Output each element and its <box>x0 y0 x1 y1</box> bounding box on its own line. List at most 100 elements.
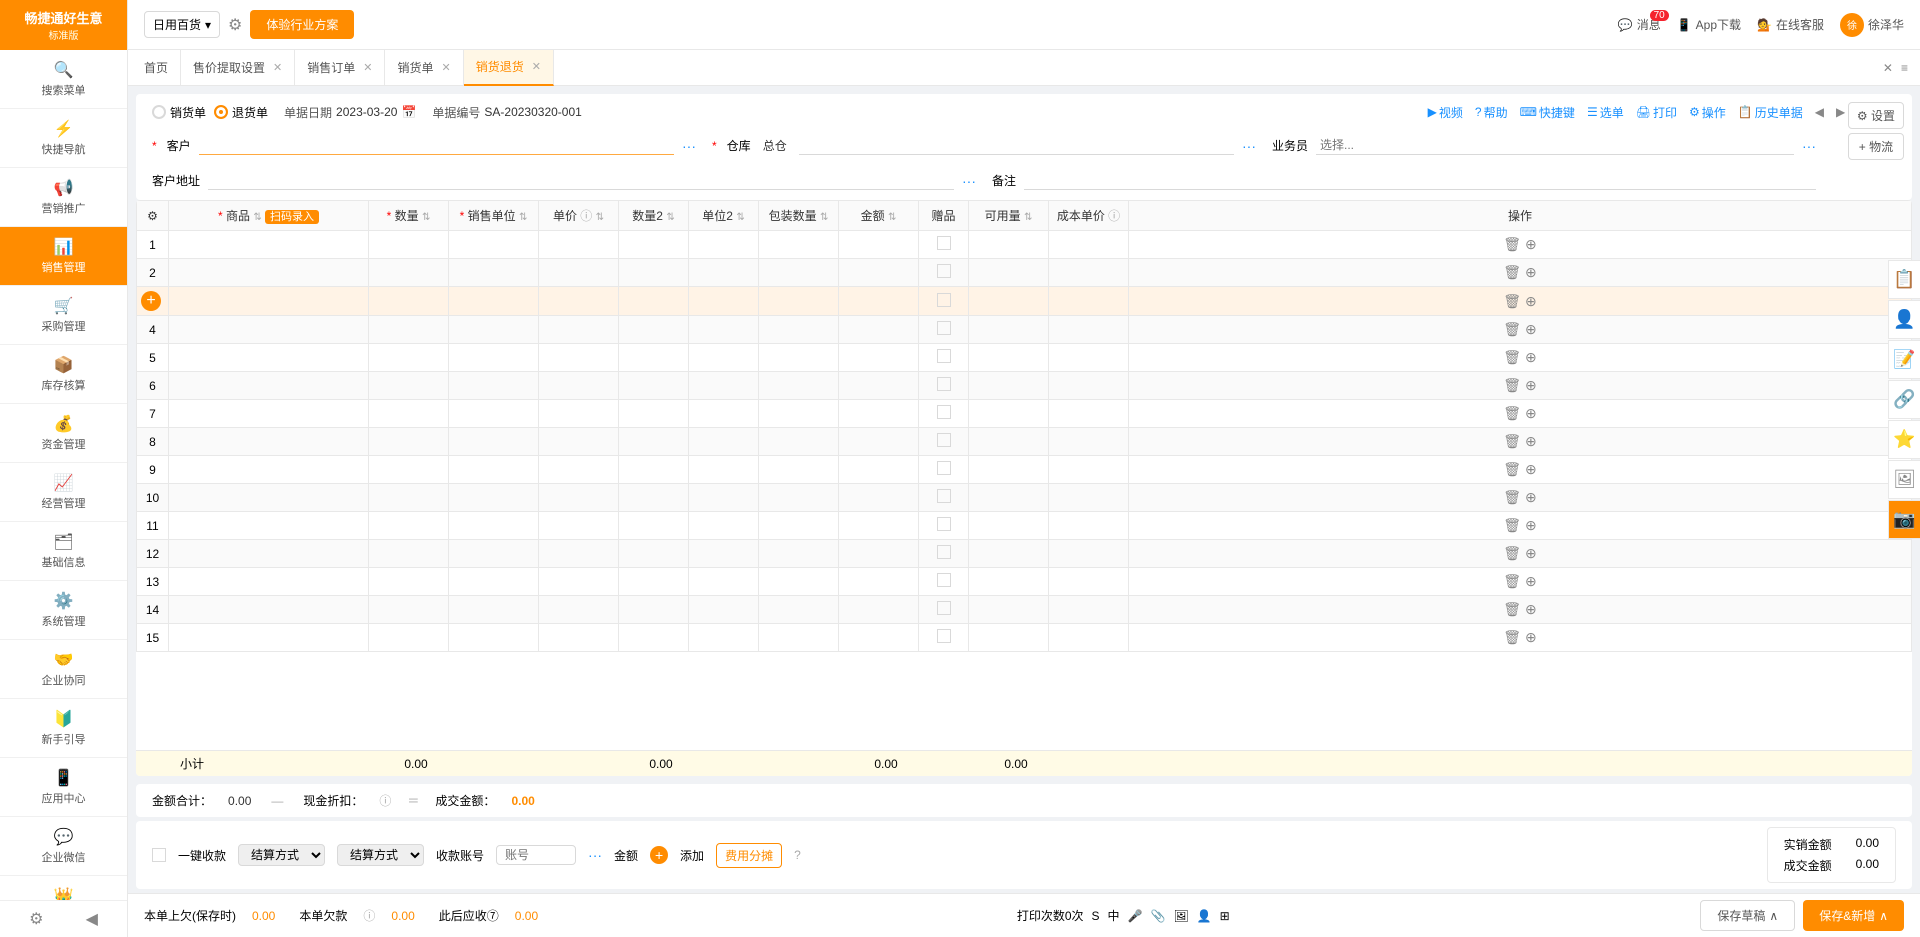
row-unit2-1[interactable] <box>689 231 759 259</box>
row-price-5[interactable] <box>539 344 619 372</box>
sidebar-item-purchase[interactable]: 🛒 采购管理 <box>0 286 127 345</box>
row-product-1[interactable] <box>169 231 369 259</box>
sort-unit-icon[interactable]: ⇅ <box>519 212 527 223</box>
row-cost-3[interactable] <box>1049 287 1129 316</box>
row-product-14[interactable] <box>169 596 369 624</box>
row-product-3[interactable] <box>169 287 369 316</box>
gift-checkbox-14[interactable] <box>937 601 951 615</box>
row-avail-14[interactable] <box>969 596 1049 624</box>
row-unit2-10[interactable] <box>689 484 759 512</box>
float-customer-btn[interactable]: 👤 <box>1888 300 1920 339</box>
row-cost-2[interactable] <box>1049 259 1129 287</box>
row-cost-15[interactable] <box>1049 624 1129 652</box>
row-avail-10[interactable] <box>969 484 1049 512</box>
copy-icon-15[interactable]: ⊕ <box>1525 629 1537 646</box>
row-pkg-14[interactable] <box>759 596 839 624</box>
row-pkg-1[interactable] <box>759 231 839 259</box>
row-avail-6[interactable] <box>969 372 1049 400</box>
row-cost-4[interactable] <box>1049 316 1129 344</box>
tab-price-close[interactable]: ✕ <box>273 61 282 74</box>
row-avail-1[interactable] <box>969 231 1049 259</box>
row-amount-1[interactable] <box>839 231 919 259</box>
row-qty-7[interactable] <box>369 400 449 428</box>
row-unit2-4[interactable] <box>689 316 759 344</box>
icon4[interactable]: 📎 <box>1150 909 1165 923</box>
copy-icon-6[interactable]: ⊕ <box>1525 377 1537 394</box>
row-amount-6[interactable] <box>839 372 919 400</box>
toolbar-operate-btn[interactable]: ⚙ 操作 <box>1689 104 1726 121</box>
delete-icon-7[interactable]: 🗑 <box>1503 405 1521 422</box>
row-amount-7[interactable] <box>839 400 919 428</box>
row-amount-10[interactable] <box>839 484 919 512</box>
copy-icon-4[interactable]: ⊕ <box>1525 321 1537 338</box>
row-qty-14[interactable] <box>369 596 449 624</box>
row-unit-8[interactable] <box>449 428 539 456</box>
row-qty2-11[interactable] <box>619 512 689 540</box>
gift-checkbox-2[interactable] <box>937 264 951 278</box>
row-avail-12[interactable] <box>969 540 1049 568</box>
row-unit2-13[interactable] <box>689 568 759 596</box>
row-cost-11[interactable] <box>1049 512 1129 540</box>
row-qty2-15[interactable] <box>619 624 689 652</box>
settings-icon[interactable]: ⚙ <box>228 15 242 35</box>
copy-icon-13[interactable]: ⊕ <box>1525 573 1537 590</box>
toolbar-help-btn[interactable]: ? 帮助 <box>1475 104 1508 121</box>
gift-checkbox-13[interactable] <box>937 573 951 587</box>
row-qty2-4[interactable] <box>619 316 689 344</box>
copy-icon-3[interactable]: ⊕ <box>1525 293 1537 310</box>
row-qty-5[interactable] <box>369 344 449 372</box>
sidebar-settings-icon[interactable]: ⚙ <box>29 909 43 929</box>
row-price-14[interactable] <box>539 596 619 624</box>
sort-qty2-icon[interactable]: ⇅ <box>666 212 674 223</box>
row-pkg-5[interactable] <box>759 344 839 372</box>
row-unit-5[interactable] <box>449 344 539 372</box>
row-unit2-14[interactable] <box>689 596 759 624</box>
sidebar-item-marketing[interactable]: 📢 营销推广 <box>0 168 127 227</box>
sort-icon[interactable]: ⇅ <box>253 212 261 223</box>
row-unit2-11[interactable] <box>689 512 759 540</box>
sidebar-item-sales[interactable]: 📊 销售管理 <box>0 227 127 286</box>
row-product-15[interactable] <box>169 624 369 652</box>
sidebar-item-appstore[interactable]: 📱 应用中心 <box>0 758 127 817</box>
settings-side-btn[interactable]: ⚙ 设置 <box>1848 102 1904 129</box>
tab-sales[interactable]: 销货单 ✕ <box>385 50 463 86</box>
row-qty2-10[interactable] <box>619 484 689 512</box>
row-price-1[interactable] <box>539 231 619 259</box>
row-avail-13[interactable] <box>969 568 1049 596</box>
row-product-2[interactable] <box>169 259 369 287</box>
industry-select[interactable]: 日用百货 ▾ <box>144 11 220 38</box>
sidebar-item-inventory[interactable]: 📦 库存核算 <box>0 345 127 404</box>
row-pkg-4[interactable] <box>759 316 839 344</box>
row-cost-14[interactable] <box>1049 596 1129 624</box>
address-dots-btn[interactable]: ··· <box>962 173 976 189</box>
copy-icon-11[interactable]: ⊕ <box>1525 517 1537 534</box>
row-unit-6[interactable] <box>449 372 539 400</box>
row-qty2-7[interactable] <box>619 400 689 428</box>
copy-icon-1[interactable]: ⊕ <box>1525 236 1537 253</box>
calendar-icon[interactable]: 📅 <box>401 105 416 119</box>
row-qty2-9[interactable] <box>619 456 689 484</box>
message-btn[interactable]: 💬 消息 70 <box>1618 16 1661 33</box>
gift-checkbox-10[interactable] <box>937 489 951 503</box>
sidebar-collapse-icon[interactable]: ◀ <box>86 909 98 929</box>
sort-price-icon[interactable]: ⇅ <box>596 212 604 223</box>
row-qty2-12[interactable] <box>619 540 689 568</box>
logistics-btn[interactable]: + 物流 <box>1848 133 1904 160</box>
gift-checkbox-9[interactable] <box>937 461 951 475</box>
row-unit-13[interactable] <box>449 568 539 596</box>
sidebar-item-guide[interactable]: 🔰 新手引导 <box>0 699 127 758</box>
salesperson-input[interactable] <box>1316 136 1794 155</box>
row-amount-13[interactable] <box>839 568 919 596</box>
delete-icon-11[interactable]: 🗑 <box>1503 517 1521 534</box>
row-price-6[interactable] <box>539 372 619 400</box>
row-qty-15[interactable] <box>369 624 449 652</box>
tab-sales-return-close[interactable]: ✕ <box>532 60 541 73</box>
row-qty-4[interactable] <box>369 316 449 344</box>
remark-input[interactable] <box>1024 171 1816 190</box>
gift-checkbox-15[interactable] <box>937 629 951 643</box>
row-unit-1[interactable] <box>449 231 539 259</box>
app-download-btn[interactable]: 📱 App下载 <box>1677 16 1741 33</box>
sort-amount-icon[interactable]: ⇅ <box>888 212 896 223</box>
row-cost-1[interactable] <box>1049 231 1129 259</box>
row-qty-2[interactable] <box>369 259 449 287</box>
